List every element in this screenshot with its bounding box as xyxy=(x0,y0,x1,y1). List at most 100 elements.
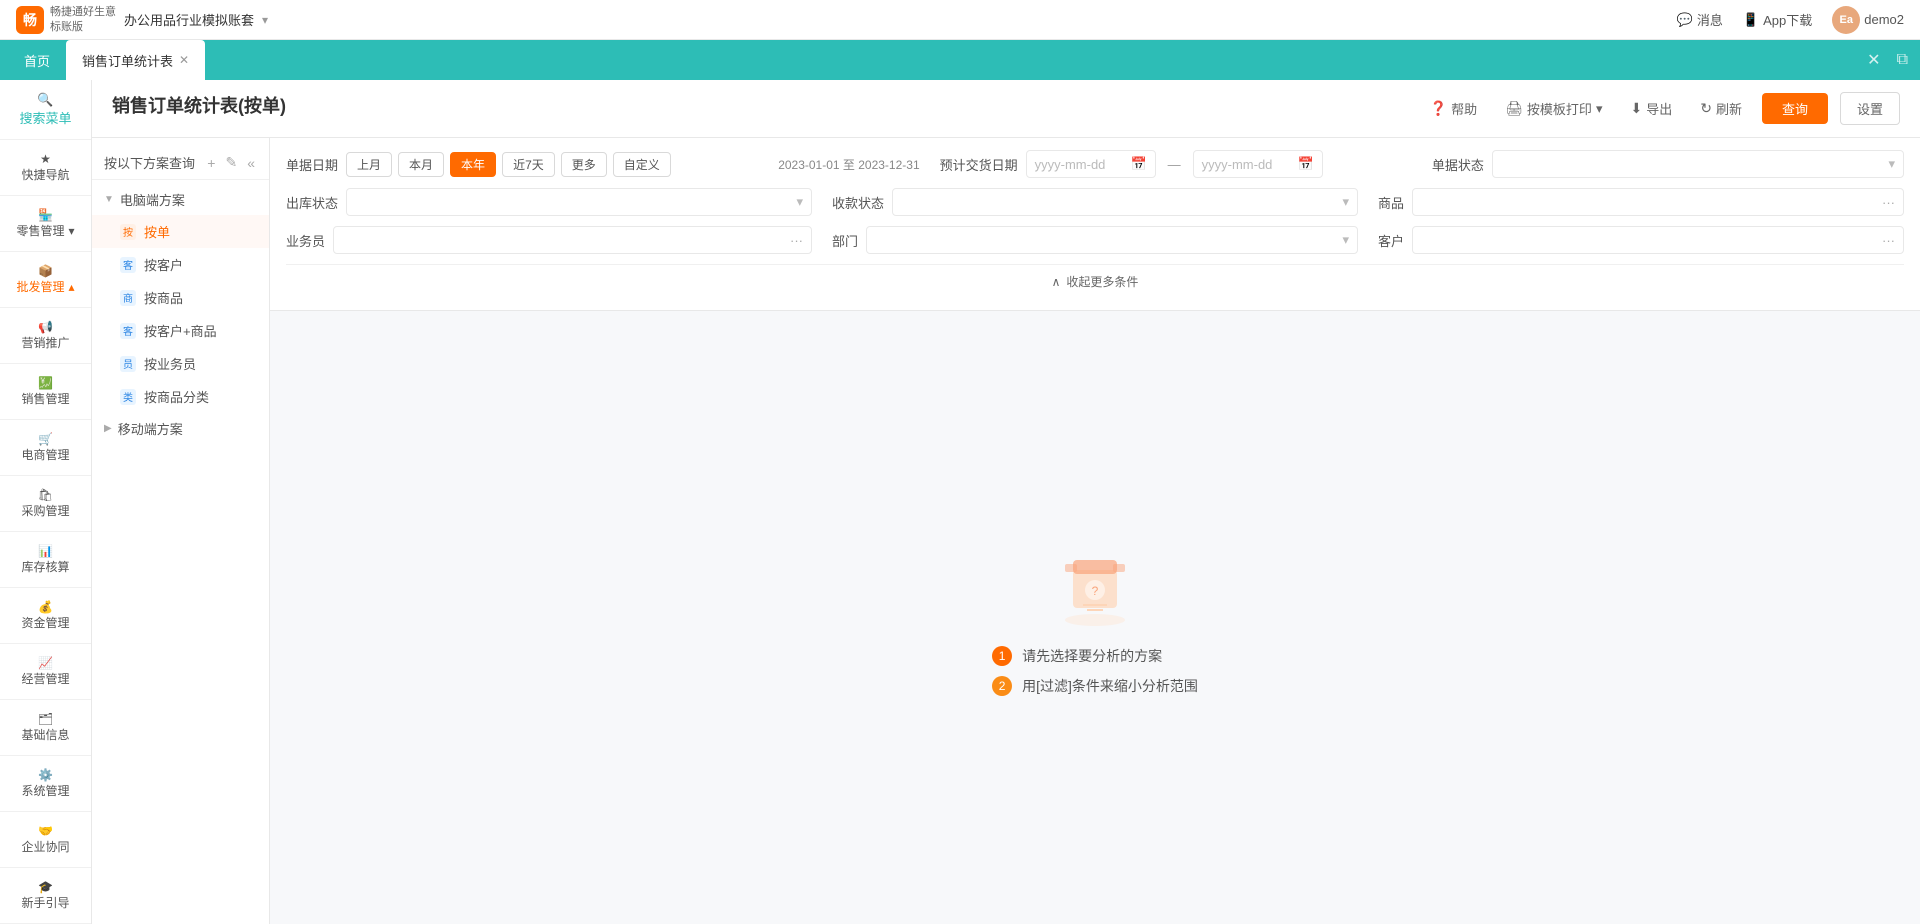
inventory-icon: 📊 xyxy=(38,544,53,558)
right-content: 单据日期 上月 本月 本年 近7天 更多 自定义 2023-01-0 xyxy=(270,138,1920,924)
date-btn-more[interactable]: 更多 xyxy=(561,152,607,177)
sidebar-item-search-menu[interactable]: 🔍 搜索菜单 xyxy=(0,80,91,140)
help-button[interactable]: ❓ 帮助 xyxy=(1422,95,1485,122)
print-button[interactable]: 🖨 按模板打印 ▾ xyxy=(1497,95,1610,122)
quick-nav-icon: ★ xyxy=(40,152,51,166)
date-btn-custom[interactable]: 自定义 xyxy=(613,152,671,177)
sidebar-item-newbie[interactable]: 🎓 新手引导 xyxy=(0,868,91,924)
top-bar: 畅 畅捷通好生意 标账版 办公用品行业模拟账套 ▾ 💬 消息 📱 App下载 E… xyxy=(0,0,1920,40)
tab-sales-stat[interactable]: 销售订单统计表 ✕ xyxy=(66,40,205,80)
operations-icon: 📈 xyxy=(38,656,53,670)
help-icon: ❓ xyxy=(1430,100,1447,117)
scheme-add-button[interactable]: + xyxy=(205,153,217,173)
scheme-panel: 按以下方案查询 + ✎ « ▼ 电脑端方案 按 按单 xyxy=(92,138,270,924)
scheme-item-icon-by-customer-product: 客 xyxy=(120,323,136,339)
scheme-collapse-button[interactable]: « xyxy=(245,153,257,173)
date-btn-last-7-days[interactable]: 近7天 xyxy=(502,152,555,177)
filter-area: 单据日期 上月 本月 本年 近7天 更多 自定义 2023-01-0 xyxy=(270,138,1920,311)
logo-icon: 畅 xyxy=(16,6,44,34)
tab-home[interactable]: 首页 xyxy=(8,40,66,80)
tab-maximize-icon[interactable]: ⧉ xyxy=(1893,47,1912,73)
expected-date-to-input[interactable]: yyyy-mm-dd 📅 xyxy=(1193,150,1323,178)
content-area: 销售订单统计表(按单) ❓ 帮助 🖨 按模板打印 ▾ ⬇ 导出 ↻ 刷新 xyxy=(92,80,1920,924)
user-name: demo2 xyxy=(1864,12,1904,27)
sidebar-item-basic-info[interactable]: 🗂 基础信息 xyxy=(0,700,91,756)
user-menu[interactable]: Ea demo2 xyxy=(1832,6,1904,34)
scheme-group-mobile: ▶ 移动端方案 xyxy=(92,413,269,444)
sidebar-item-operations[interactable]: 📈 经营管理 xyxy=(0,644,91,700)
empty-step-1: 1 请先选择要分析的方案 xyxy=(992,646,1198,666)
ship-status-select[interactable]: ▾ xyxy=(346,188,812,216)
search-menu-icon: 🔍 xyxy=(37,92,53,108)
print-icon: 🖨 xyxy=(1505,100,1523,117)
sidebar-item-finance[interactable]: 💰 资金管理 xyxy=(0,588,91,644)
scheme-item-by-product[interactable]: 商 按商品 xyxy=(92,281,269,314)
date-btn-this-month[interactable]: 本月 xyxy=(398,152,444,177)
print-dropdown-icon[interactable]: ▾ xyxy=(1596,101,1603,117)
doc-status-select[interactable]: ▾ xyxy=(1492,150,1904,178)
app-download-button[interactable]: 📱 App下载 xyxy=(1743,10,1812,29)
system-icon: ⚙️ xyxy=(38,768,53,782)
scheme-group-pc: ▼ 电脑端方案 按 按单 客 按客户 商 按商品 xyxy=(92,184,269,413)
payment-status-select[interactable]: ▾ xyxy=(892,188,1358,216)
sidebar-item-enterprise[interactable]: 🤝 企业协同 xyxy=(0,812,91,868)
sidebar-item-purchase-mgmt[interactable]: 🛍 采购管理 xyxy=(0,476,91,532)
sidebar-item-system[interactable]: ⚙️ 系统管理 xyxy=(0,756,91,812)
scheme-item-icon-by-order: 按 xyxy=(120,224,136,240)
scheme-item-icon-by-product: 商 xyxy=(120,290,136,306)
sidebar-item-retail-mgmt[interactable]: 🏪 零售管理 ▾ xyxy=(0,196,91,252)
message-button[interactable]: 💬 消息 xyxy=(1677,10,1723,29)
avatar: Ea xyxy=(1832,6,1860,34)
sidebar-item-wholesale-mgmt[interactable]: 📦 批发管理 ▴ xyxy=(0,252,91,308)
sidebar-item-ecommerce[interactable]: 🛒 电商管理 xyxy=(0,420,91,476)
settings-button[interactable]: 设置 xyxy=(1840,92,1900,125)
collapse-section: ∧ 收起更多条件 xyxy=(286,264,1904,298)
doc-status-dropdown-icon: ▾ xyxy=(1888,156,1895,172)
salesperson-input[interactable]: ··· xyxy=(333,226,812,254)
inner-layout: 按以下方案查询 + ✎ « ▼ 电脑端方案 按 按单 xyxy=(92,138,1920,924)
scheme-group-mobile-title[interactable]: ▶ 移动端方案 xyxy=(92,413,269,444)
scheme-item-by-salesperson[interactable]: 员 按业务员 xyxy=(92,347,269,380)
scheme-group-pc-title[interactable]: ▼ 电脑端方案 xyxy=(92,184,269,215)
scheme-item-by-order[interactable]: 按 按单 xyxy=(92,215,269,248)
scheme-item-by-customer[interactable]: 客 按客户 xyxy=(92,248,269,281)
filter-dept-item: 部门 ▾ xyxy=(832,226,1358,254)
breadcrumb-dropdown-icon[interactable]: ▾ xyxy=(262,13,268,27)
page-header-actions: ❓ 帮助 🖨 按模板打印 ▾ ⬇ 导出 ↻ 刷新 查询 设置 xyxy=(1422,92,1900,137)
tab-close-all-icon[interactable]: ✕ xyxy=(1863,46,1884,74)
message-icon: 💬 xyxy=(1677,12,1693,28)
purchase-mgmt-icon: 🛍 xyxy=(38,488,53,502)
newbie-icon: 🎓 xyxy=(38,880,53,894)
refresh-button[interactable]: ↻ 刷新 xyxy=(1692,95,1750,122)
date-separator: — xyxy=(1164,157,1185,172)
export-button[interactable]: ⬇ 导出 xyxy=(1622,95,1680,122)
scheme-item-by-customer-product[interactable]: 客 按客户+商品 xyxy=(92,314,269,347)
date-range-display: 2023-01-01 至 2023-12-31 xyxy=(778,156,919,173)
filter-payment-status-item: 收款状态 ▾ xyxy=(832,188,1358,216)
scheme-edit-button[interactable]: ✎ xyxy=(223,152,239,173)
date-btn-prev-month[interactable]: 上月 xyxy=(346,152,392,177)
sidebar-item-quick-nav[interactable]: ★ 快捷导航 xyxy=(0,140,91,196)
customer-input[interactable]: ··· xyxy=(1412,226,1904,254)
product-input[interactable]: ··· xyxy=(1412,188,1904,216)
sidebar-item-inventory[interactable]: 📊 库存核算 xyxy=(0,532,91,588)
refresh-icon: ↻ xyxy=(1700,100,1712,117)
sidebar-item-marketing[interactable]: 📢 营销推广 xyxy=(0,308,91,364)
filter-row-3: 业务员 ··· 部门 ▾ xyxy=(286,226,1904,254)
tab-close-icon[interactable]: ✕ xyxy=(179,53,189,67)
query-button[interactable]: 查询 xyxy=(1762,93,1828,124)
customer-more-icon: ··· xyxy=(1882,233,1895,248)
top-bar-right: 💬 消息 📱 App下载 Ea demo2 xyxy=(1677,6,1904,34)
date-btn-this-year[interactable]: 本年 xyxy=(450,152,496,177)
wholesale-mgmt-icon: 📦 xyxy=(38,264,53,278)
tab-bar: 首页 销售订单统计表 ✕ ✕ ⧉ xyxy=(0,40,1920,80)
sidebar-item-sales-mgmt[interactable]: 💹 销售管理 xyxy=(0,364,91,420)
app-download-icon: 📱 xyxy=(1743,12,1759,28)
calendar-icon: 📅 xyxy=(1130,156,1146,172)
filter-ship-status-item: 出库状态 ▾ xyxy=(286,188,812,216)
scheme-item-by-product-category[interactable]: 类 按商品分类 xyxy=(92,380,269,413)
logo-text: 畅捷通好生意 标账版 xyxy=(50,5,116,34)
expected-date-from-input[interactable]: yyyy-mm-dd 📅 xyxy=(1026,150,1156,178)
dept-select[interactable]: ▾ xyxy=(866,226,1358,254)
collapse-toggle-button[interactable]: ∧ 收起更多条件 xyxy=(286,265,1904,298)
